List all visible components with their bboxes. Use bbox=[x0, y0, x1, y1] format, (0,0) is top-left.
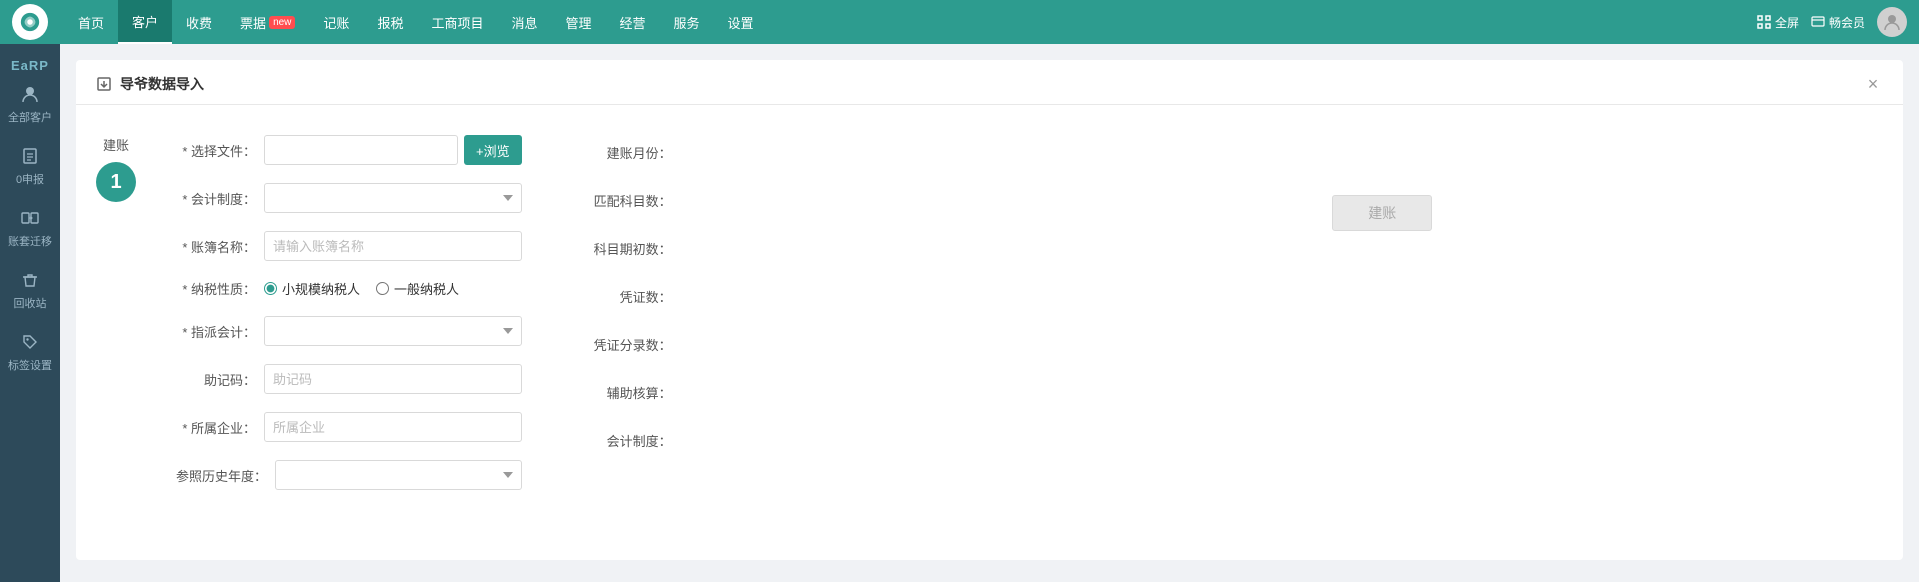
tax-type-radio-group: 小规模纳税人 一般纳税人 bbox=[264, 279, 459, 298]
ledger-name-input[interactable] bbox=[264, 231, 522, 261]
right-action: 建账 bbox=[882, 135, 1883, 490]
sidebar-item-trash[interactable]: 回收站 bbox=[0, 259, 60, 321]
voucher-entries-row: 凭证分录数： bbox=[582, 329, 882, 359]
auxiliary-accounting-row: 辅助核算： bbox=[582, 377, 882, 407]
step-indicator: 建账 1 bbox=[96, 135, 136, 490]
affiliated-enterprise-input[interactable] bbox=[264, 412, 522, 442]
radio-small-taxpayer[interactable]: 小规模纳税人 bbox=[264, 279, 360, 298]
build-month-row: 建账月份： bbox=[582, 137, 882, 167]
voucher-entries-label: 凭证分录数： bbox=[582, 335, 672, 354]
match-subjects-row: 匹配科目数： bbox=[582, 185, 882, 215]
build-account-button[interactable]: 建账 bbox=[1332, 195, 1432, 231]
new-badge: new bbox=[269, 16, 295, 29]
affiliated-enterprise-row: * 所属企业： bbox=[176, 412, 522, 442]
sidebar-item-label: 账套迁移 bbox=[8, 233, 52, 249]
subject-initial-label: 科目期初数： bbox=[582, 239, 672, 258]
file-text-input[interactable] bbox=[264, 135, 458, 165]
voucher-count-row: 凭证数： bbox=[582, 281, 882, 311]
right-accounting-system-row: 会计制度： bbox=[582, 425, 882, 455]
sidebar-item-label: 全部客户 bbox=[8, 109, 52, 125]
affiliated-enterprise-label: * 所属企业： bbox=[176, 418, 256, 437]
assign-accountant-select[interactable] bbox=[264, 316, 522, 346]
file-label: * 选择文件： bbox=[176, 141, 256, 160]
match-subjects-label: 匹配科目数： bbox=[582, 191, 672, 210]
sidebar: EaRP 全部客户 0申报 账套迁移 回收站 bbox=[0, 44, 60, 582]
migrate-icon bbox=[19, 207, 41, 229]
content-area: 导爷数据导入 × 建账 1 * 选择文件： bbox=[60, 44, 1919, 582]
top-navigation: 首页 客户 收费 票据 new 记账 报税 工商项目 消息 管理 经营 服务 设… bbox=[0, 0, 1919, 44]
memo-code-input[interactable] bbox=[264, 364, 522, 394]
nav-items: 首页 客户 收费 票据 new 记账 报税 工商项目 消息 管理 经营 服务 设… bbox=[64, 0, 1757, 44]
nav-item-service[interactable]: 服务 bbox=[660, 0, 714, 44]
sidebar-item-label: 0申报 bbox=[16, 171, 44, 187]
assign-accountant-row: * 指派会计： bbox=[176, 316, 522, 346]
reference-year-row: 参照历史年度： bbox=[176, 460, 522, 490]
memo-code-row: 助记码： bbox=[176, 364, 522, 394]
dialog-panel: 导爷数据导入 × 建账 1 * 选择文件： bbox=[76, 60, 1903, 560]
close-button[interactable]: × bbox=[1863, 74, 1883, 94]
file-input-wrap: +浏览 bbox=[264, 135, 522, 165]
nav-item-management[interactable]: 管理 bbox=[551, 0, 605, 44]
earp-logo: EaRP bbox=[11, 58, 49, 73]
report-icon bbox=[19, 145, 41, 167]
sidebar-item-label: 标签设置 bbox=[8, 357, 52, 373]
avatar[interactable] bbox=[1877, 7, 1907, 37]
nav-item-settings[interactable]: 设置 bbox=[714, 0, 768, 44]
form-content: 建账 1 * 选择文件： +浏览 * 会计制度： bbox=[76, 105, 1903, 510]
import-icon bbox=[96, 76, 112, 92]
top-nav-right: 全屏 畅会员 bbox=[1757, 7, 1907, 37]
build-month-label: 建账月份： bbox=[582, 143, 672, 162]
nav-item-bookkeeping[interactable]: 记账 bbox=[309, 0, 363, 44]
reference-year-select[interactable] bbox=[275, 460, 522, 490]
left-form: * 选择文件： +浏览 * 会计制度： * 账簿名称： bbox=[176, 135, 522, 490]
radio-general-input[interactable] bbox=[376, 282, 389, 295]
auxiliary-accounting-label: 辅助核算： bbox=[582, 383, 672, 402]
nav-item-tax[interactable]: 报税 bbox=[363, 0, 417, 44]
trash-icon bbox=[19, 269, 41, 291]
assign-accountant-label: * 指派会计： bbox=[176, 322, 256, 341]
tag-icon bbox=[19, 331, 41, 353]
tax-type-row: * 纳税性质： 小规模纳税人 一般纳税人 bbox=[176, 279, 522, 298]
radio-small-label: 小规模纳税人 bbox=[282, 279, 360, 298]
file-selection-row: * 选择文件： +浏览 bbox=[176, 135, 522, 165]
fullscreen-button[interactable]: 全屏 bbox=[1757, 14, 1799, 31]
radio-general-label: 一般纳税人 bbox=[394, 279, 459, 298]
nav-item-billing[interactable]: 收费 bbox=[172, 0, 226, 44]
memo-code-label: 助记码： bbox=[176, 370, 256, 389]
step-label: 建账 bbox=[103, 135, 129, 154]
accounting-system-label: * 会计制度： bbox=[176, 189, 256, 208]
nav-item-invoice[interactable]: 票据 new bbox=[226, 0, 309, 44]
ledger-name-row: * 账簿名称： bbox=[176, 231, 522, 261]
sidebar-item-migrate[interactable]: 账套迁移 bbox=[0, 197, 60, 259]
nav-item-message[interactable]: 消息 bbox=[497, 0, 551, 44]
reference-year-label: 参照历史年度： bbox=[176, 466, 267, 485]
nav-item-operation[interactable]: 经营 bbox=[606, 0, 660, 44]
dialog-header: 导爷数据导入 × bbox=[76, 60, 1903, 105]
radio-small-input[interactable] bbox=[264, 282, 277, 295]
nav-item-clients[interactable]: 客户 bbox=[118, 0, 172, 44]
nav-item-business[interactable]: 工商项目 bbox=[417, 0, 497, 44]
member-button[interactable]: 畅会员 bbox=[1811, 14, 1865, 31]
voucher-count-label: 凭证数： bbox=[582, 287, 672, 306]
right-accounting-system-label: 会计制度： bbox=[582, 431, 672, 450]
ledger-name-label: * 账簿名称： bbox=[176, 237, 256, 256]
person-icon bbox=[19, 83, 41, 105]
logo[interactable] bbox=[12, 4, 48, 40]
browse-button[interactable]: +浏览 bbox=[464, 135, 522, 165]
nav-item-home[interactable]: 首页 bbox=[64, 0, 118, 44]
sidebar-item-all-clients[interactable]: 全部客户 bbox=[0, 73, 60, 135]
accounting-system-row: * 会计制度： bbox=[176, 183, 522, 213]
sidebar-item-tags[interactable]: 标签设置 bbox=[0, 321, 60, 383]
right-info: 建账月份： 匹配科目数： 科目期初数： 凭证数： bbox=[582, 135, 882, 490]
radio-general-taxpayer[interactable]: 一般纳税人 bbox=[376, 279, 459, 298]
tax-type-label: * 纳税性质： bbox=[176, 279, 256, 298]
sidebar-item-label: 回收站 bbox=[14, 295, 47, 311]
sidebar-item-zero-report[interactable]: 0申报 bbox=[0, 135, 60, 197]
main-layout: EaRP 全部客户 0申报 账套迁移 回收站 bbox=[0, 44, 1919, 582]
subject-initial-row: 科目期初数： bbox=[582, 233, 882, 263]
step-circle: 1 bbox=[96, 162, 136, 202]
dialog-title: 导爷数据导入 bbox=[96, 74, 204, 94]
accounting-system-select[interactable] bbox=[264, 183, 522, 213]
